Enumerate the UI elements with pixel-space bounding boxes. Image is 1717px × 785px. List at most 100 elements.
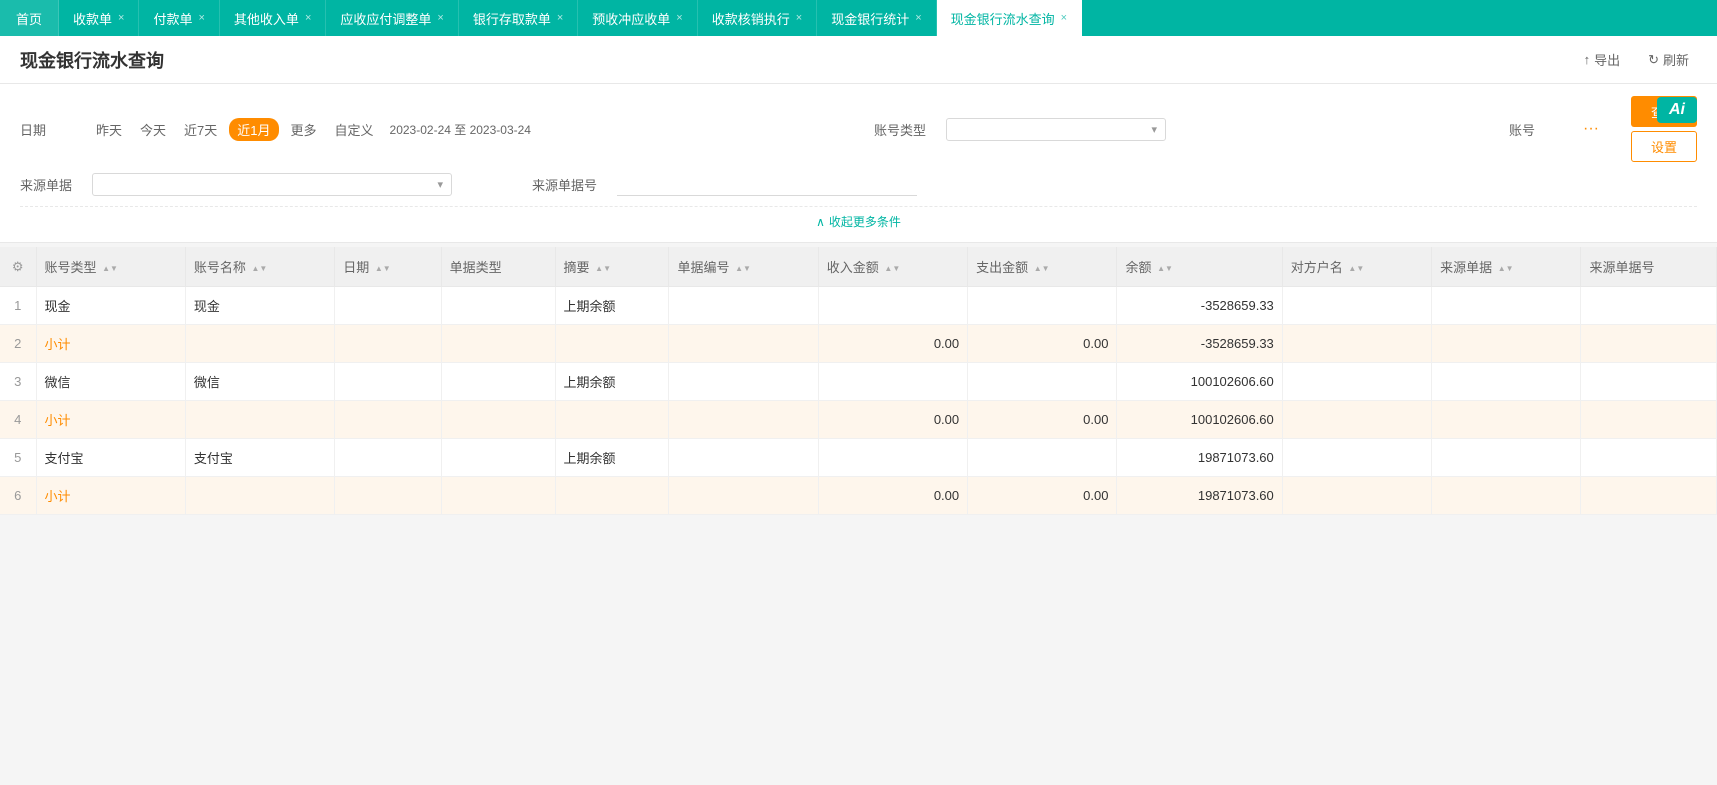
refresh-button[interactable]: ↻ 刷新 <box>1640 46 1697 73</box>
cell-source_doc_no <box>1581 325 1717 363</box>
col-account-type: 账号类型 ▲▼ <box>36 247 185 287</box>
close-icon[interactable]: × <box>118 12 124 24</box>
date-opt-more[interactable]: 更多 <box>285 118 323 141</box>
cell-counterpart <box>1282 439 1431 477</box>
cell-source_doc_no <box>1581 401 1717 439</box>
cell-account_type: 现金 <box>36 287 185 325</box>
table-header-row: ⚙ 账号类型 ▲▼ 账号名称 ▲▼ 日期 ▲▼ 单据类型 摘 <box>0 247 1717 287</box>
date-opt-custom[interactable]: 自定义 <box>329 118 380 141</box>
date-options: 昨天 今天 近7天 近1月 更多 自定义 2023-02-24 至 2023-0… <box>90 118 531 141</box>
cell-expense <box>968 363 1117 401</box>
cell-source_doc <box>1432 439 1581 477</box>
cell-doc_type <box>441 477 555 515</box>
filter-row-1: 日期 昨天 今天 近7天 近1月 更多 自定义 2023-02-24 至 202… <box>20 96 1697 162</box>
cell-date <box>335 287 441 325</box>
cell-source_doc <box>1432 401 1581 439</box>
cell-source_doc_no <box>1581 439 1717 477</box>
close-icon[interactable]: × <box>437 12 443 24</box>
nav-tab-1[interactable]: 付款单 × <box>139 0 219 36</box>
close-icon[interactable]: × <box>676 12 682 24</box>
export-button[interactable]: ↑ 导出 <box>1576 46 1629 73</box>
cell-account_type: 小计 <box>36 477 185 515</box>
account-type-select[interactable]: ▾ <box>946 118 1166 141</box>
date-opt-7days[interactable]: 近7天 <box>178 118 223 141</box>
filter-row-2: 来源单据 ▾ 来源单据号 <box>20 172 1697 196</box>
cell-doc_type <box>441 325 555 363</box>
col-account-name: 账号名称 ▲▼ <box>185 247 334 287</box>
account-type-label: 账号类型 <box>874 120 926 139</box>
nav-tab-2[interactable]: 其他收入单 × <box>220 0 326 36</box>
table-row: 5支付宝支付宝上期余额19871073.60 <box>0 439 1717 477</box>
cell-summary: 上期余额 <box>555 287 669 325</box>
row-num: 6 <box>0 477 36 515</box>
nav-tab-0[interactable]: 收款单 × <box>59 0 139 36</box>
cell-balance: 100102606.60 <box>1117 401 1282 439</box>
cell-counterpart <box>1282 287 1431 325</box>
account-label: 账号 <box>1509 120 1559 139</box>
col-doc-no: 单据编号 ▲▼ <box>669 247 818 287</box>
page-title: 现金银行流水查询 <box>20 47 164 73</box>
refresh-icon: ↻ <box>1648 52 1659 68</box>
close-icon[interactable]: × <box>796 12 802 24</box>
ellipsis-button[interactable]: ··· <box>1579 120 1603 138</box>
close-icon[interactable]: × <box>1061 12 1067 24</box>
close-icon[interactable]: × <box>305 12 311 24</box>
cell-income: 0.00 <box>818 325 967 363</box>
header-actions: ↑ 导出 ↻ 刷新 <box>1576 46 1697 73</box>
cell-balance: 19871073.60 <box>1117 477 1282 515</box>
row-num: 1 <box>0 287 36 325</box>
table-row: 2小计0.000.00-3528659.33 <box>0 325 1717 363</box>
close-icon[interactable]: × <box>557 12 563 24</box>
col-expense: 支出金额 ▲▼ <box>968 247 1117 287</box>
cell-income: 0.00 <box>818 477 967 515</box>
source-doc-no-input[interactable] <box>617 172 917 196</box>
top-nav: 首页 收款单 × 付款单 × 其他收入单 × 应收应付调整单 × 银行存取款单 … <box>0 0 1717 36</box>
table-row: 3微信微信上期余额100102606.60 <box>0 363 1717 401</box>
cell-source_doc <box>1432 287 1581 325</box>
cell-doc_no <box>669 363 818 401</box>
cell-source_doc_no <box>1581 287 1717 325</box>
table-area: ⚙ 账号类型 ▲▼ 账号名称 ▲▼ 日期 ▲▼ 单据类型 摘 <box>0 247 1717 515</box>
cell-account_type: 小计 <box>36 325 185 363</box>
col-source-doc-no: 来源单据号 <box>1581 247 1717 287</box>
cell-expense: 0.00 <box>968 477 1117 515</box>
date-opt-1month[interactable]: 近1月 <box>229 118 278 141</box>
cell-doc_no <box>669 325 818 363</box>
filter-area: 日期 昨天 今天 近7天 近1月 更多 自定义 2023-02-24 至 202… <box>0 84 1717 243</box>
settings-button[interactable]: 设置 <box>1631 131 1697 162</box>
gear-icon[interactable]: ⚙ <box>12 259 24 274</box>
cell-account_type: 支付宝 <box>36 439 185 477</box>
date-range: 2023-02-24 至 2023-03-24 <box>390 121 531 138</box>
col-doc-type: 单据类型 <box>441 247 555 287</box>
date-opt-today[interactable]: 今天 <box>134 118 172 141</box>
nav-tab-3[interactable]: 应收应付调整单 × <box>326 0 458 36</box>
row-num: 4 <box>0 401 36 439</box>
col-settings: ⚙ <box>0 247 36 287</box>
nav-tab-6[interactable]: 收款核销执行 × <box>698 0 817 36</box>
col-balance: 余额 ▲▼ <box>1117 247 1282 287</box>
source-doc-label: 来源单据 <box>20 175 72 194</box>
cell-counterpart <box>1282 401 1431 439</box>
col-summary: 摘要 ▲▼ <box>555 247 669 287</box>
cell-summary <box>555 477 669 515</box>
nav-tab-4[interactable]: 银行存取款单 × <box>459 0 578 36</box>
cell-doc_no <box>669 287 818 325</box>
cell-summary <box>555 325 669 363</box>
nav-tab-7[interactable]: 现金银行统计 × <box>817 0 936 36</box>
ai-badge[interactable]: Ai <box>1657 97 1697 123</box>
nav-home[interactable]: 首页 <box>0 0 59 36</box>
close-icon[interactable]: × <box>198 12 204 24</box>
nav-tab-8[interactable]: 现金银行流水查询 × <box>937 0 1082 36</box>
cell-expense: 0.00 <box>968 401 1117 439</box>
collapse-bar[interactable]: ∧ 收起更多条件 <box>20 206 1697 230</box>
row-num: 2 <box>0 325 36 363</box>
close-icon[interactable]: × <box>915 12 921 24</box>
chevron-down-icon: ▾ <box>437 178 443 191</box>
source-doc-select[interactable]: ▾ <box>92 173 452 196</box>
nav-tab-5[interactable]: 预收冲应收单 × <box>578 0 697 36</box>
cell-source_doc <box>1432 477 1581 515</box>
source-doc-no-label: 来源单据号 <box>532 175 597 194</box>
date-opt-yesterday[interactable]: 昨天 <box>90 118 128 141</box>
table-body: 1现金现金上期余额-3528659.332小计0.000.00-3528659.… <box>0 287 1717 515</box>
cell-date <box>335 401 441 439</box>
